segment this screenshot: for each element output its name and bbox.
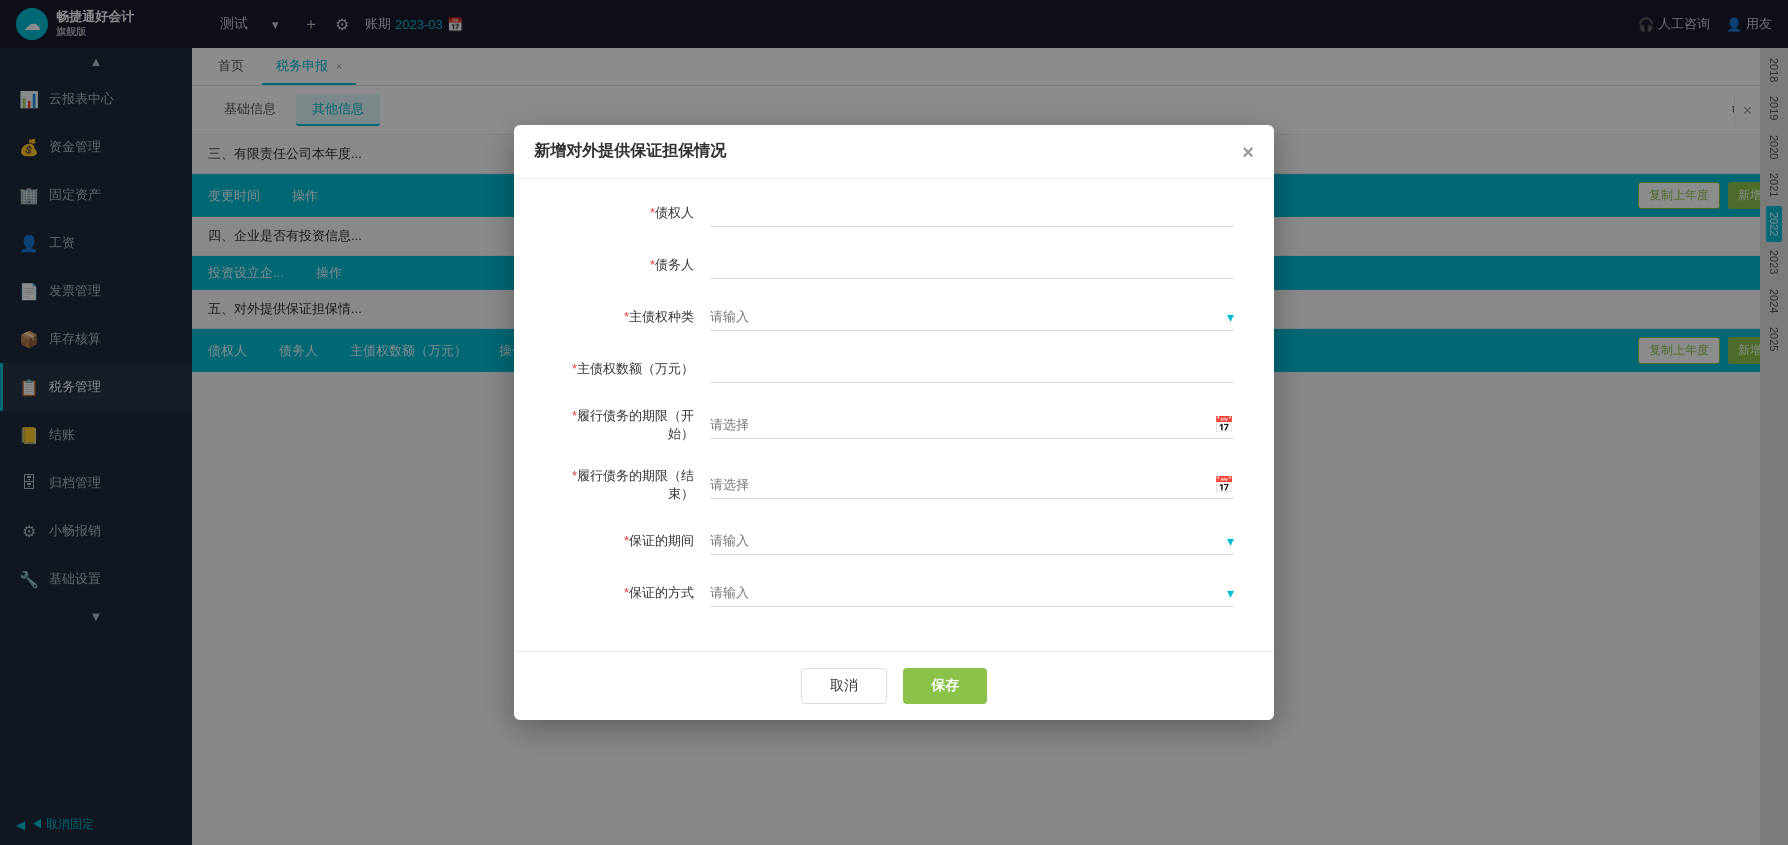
form-row-period-start: *履行债务的期限（开始） 📅 bbox=[554, 407, 1234, 443]
form-row-creditor: *债权人 bbox=[554, 199, 1234, 227]
form-date-input-end[interactable] bbox=[710, 471, 1214, 498]
form-select-wrap-guarantee-method: ▾ bbox=[710, 579, 1234, 607]
form-label-debt-type: *主债权种类 bbox=[554, 308, 694, 326]
calendar-icon-end[interactable]: 📅 bbox=[1214, 475, 1234, 494]
form-label-debtor: *债务人 bbox=[554, 256, 694, 274]
modal-close-btn[interactable]: × bbox=[1242, 142, 1254, 162]
form-row-debtor: *债务人 bbox=[554, 251, 1234, 279]
form-row-debt-type: *主债权种类 ▾ bbox=[554, 303, 1234, 331]
form-select-wrap-debt-type: ▾ bbox=[710, 303, 1234, 331]
required-mark: * bbox=[572, 408, 577, 423]
modal-overlay: 新增对外提供保证担保情况 × *债权人 *债务人 *主债权种类 bbox=[0, 0, 1788, 845]
required-mark: * bbox=[650, 205, 655, 220]
form-select-input-debt-type[interactable] bbox=[710, 303, 1227, 330]
form-date-wrap-start: 📅 bbox=[710, 411, 1234, 439]
chevron-down-icon-guarantee-period[interactable]: ▾ bbox=[1227, 533, 1234, 549]
chevron-down-icon-debt-type[interactable]: ▾ bbox=[1227, 309, 1234, 325]
modal-footer: 取消 保存 bbox=[514, 651, 1274, 720]
form-select-wrap-guarantee-period: ▾ bbox=[710, 527, 1234, 555]
form-label-guarantee-method: *保证的方式 bbox=[554, 584, 694, 602]
required-mark: * bbox=[572, 361, 577, 376]
form-row-period-end: *履行债务的期限（结束） 📅 bbox=[554, 467, 1234, 503]
required-mark: * bbox=[624, 309, 629, 324]
form-select-input-guarantee-method[interactable] bbox=[710, 579, 1227, 606]
cancel-button[interactable]: 取消 bbox=[801, 668, 887, 704]
required-mark: * bbox=[624, 533, 629, 548]
form-date-input-start[interactable] bbox=[710, 411, 1214, 438]
modal-header: 新增对外提供保证担保情况 × bbox=[514, 125, 1274, 179]
required-mark: * bbox=[650, 257, 655, 272]
form-input-debtor[interactable] bbox=[710, 251, 1234, 279]
required-mark: * bbox=[624, 585, 629, 600]
form-input-creditor[interactable] bbox=[710, 199, 1234, 227]
form-select-input-guarantee-period[interactable] bbox=[710, 527, 1227, 554]
form-label-period-start: *履行债务的期限（开始） bbox=[554, 407, 694, 443]
modal-body: *债权人 *债务人 *主债权种类 ▾ bbox=[514, 179, 1274, 651]
calendar-icon-start[interactable]: 📅 bbox=[1214, 415, 1234, 434]
required-mark: * bbox=[572, 468, 577, 483]
form-row-guarantee-period: *保证的期间 ▾ bbox=[554, 527, 1234, 555]
form-row-guarantee-method: *保证的方式 ▾ bbox=[554, 579, 1234, 607]
form-label-debt-amount: *主债权数额（万元） bbox=[554, 360, 694, 378]
form-label-period-end: *履行债务的期限（结束） bbox=[554, 467, 694, 503]
form-input-debt-amount[interactable] bbox=[710, 355, 1234, 383]
form-label-creditor: *债权人 bbox=[554, 204, 694, 222]
form-label-guarantee-period: *保证的期间 bbox=[554, 532, 694, 550]
form-date-wrap-end: 📅 bbox=[710, 471, 1234, 499]
modal-title: 新增对外提供保证担保情况 bbox=[534, 141, 726, 162]
form-row-debt-amount: *主债权数额（万元） bbox=[554, 355, 1234, 383]
save-button[interactable]: 保存 bbox=[903, 668, 987, 704]
chevron-down-icon-guarantee-method[interactable]: ▾ bbox=[1227, 585, 1234, 601]
modal-dialog: 新增对外提供保证担保情况 × *债权人 *债务人 *主债权种类 bbox=[514, 125, 1274, 720]
